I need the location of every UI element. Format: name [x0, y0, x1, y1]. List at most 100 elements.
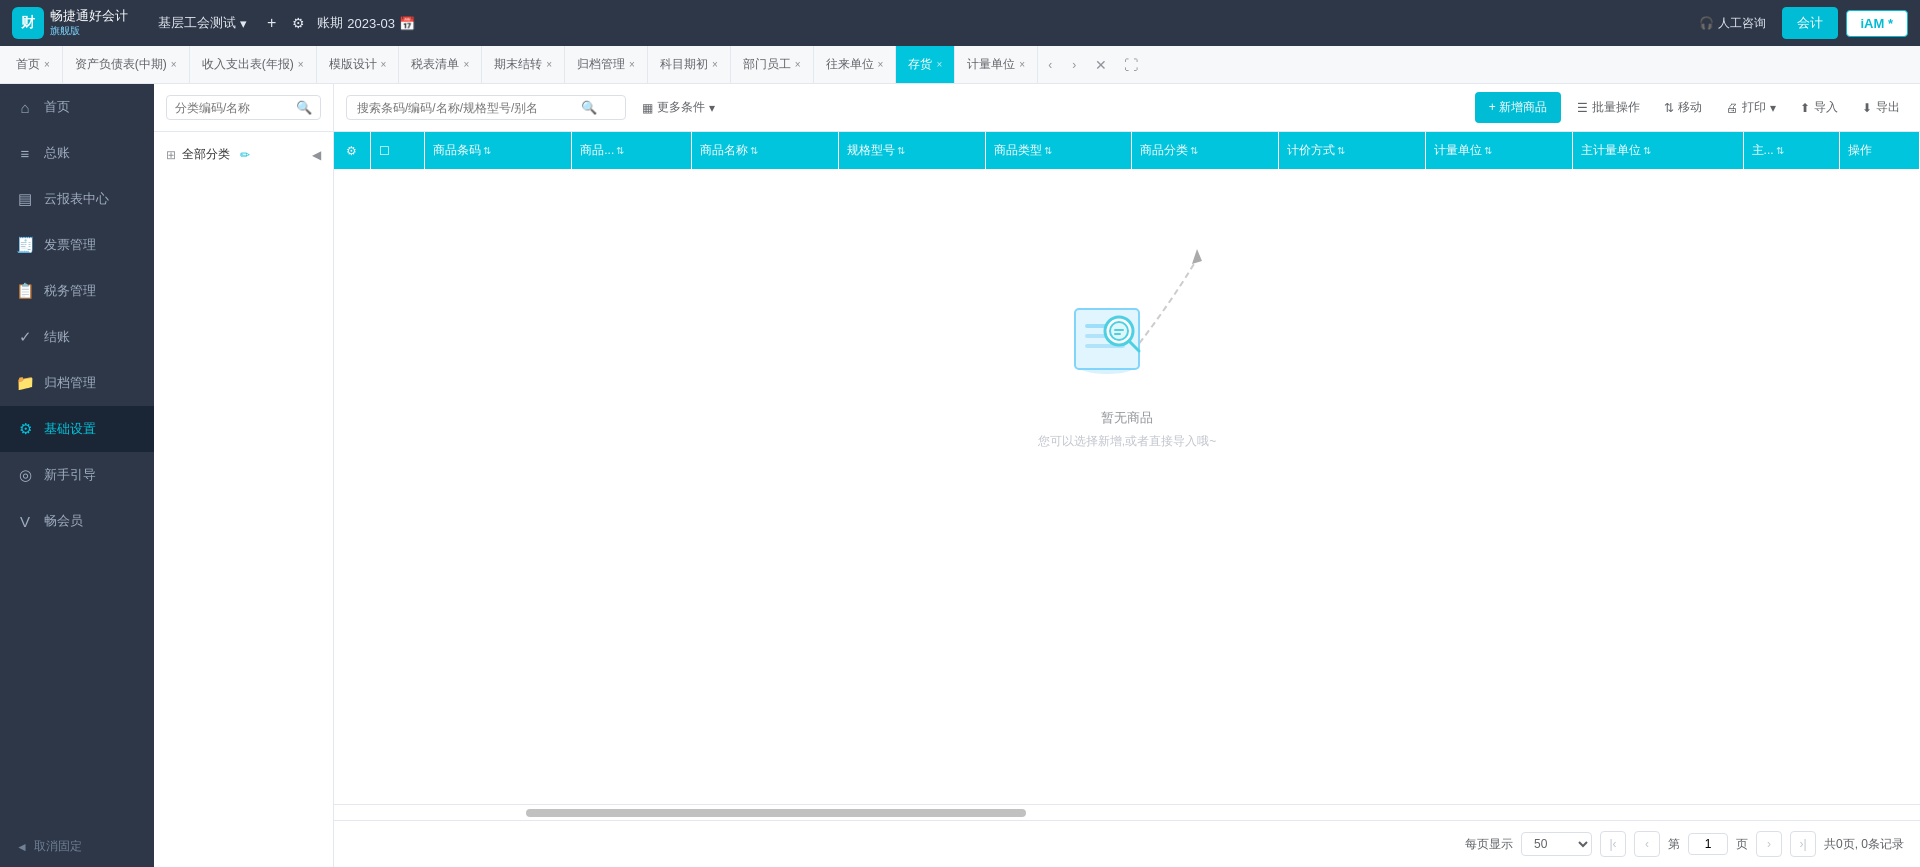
period-info: 账期 2023-03 📅 — [317, 14, 415, 32]
th-category[interactable]: 商品分类⇅ — [1132, 132, 1279, 169]
collapse-icon[interactable]: ◀ — [312, 148, 321, 162]
tab-item-1[interactable]: 资产负债表(中期) × — [63, 46, 190, 84]
svg-rect-10 — [1114, 329, 1124, 331]
th-price-method[interactable]: 计价方式⇅ — [1279, 132, 1426, 169]
tab-close-6[interactable]: × — [629, 59, 635, 70]
all-categories-item[interactable]: ⊞ 全部分类 ✏ ◀ — [154, 140, 333, 169]
import-button[interactable]: ⬆ 导入 — [1792, 94, 1846, 121]
th-checkbox[interactable]: ☐ — [370, 132, 425, 169]
more-filter-button[interactable]: ▦ 更多条件 ▾ — [634, 95, 723, 120]
tab-close-10[interactable]: × — [936, 59, 942, 70]
tab-item-6[interactable]: 归档管理× — [565, 46, 648, 84]
sidebar-item-invoice[interactable]: 🧾 发票管理 — [0, 222, 154, 268]
grid-icon: ⊞ — [166, 148, 176, 162]
sidebar-icon-invoice: 🧾 — [16, 236, 34, 254]
tab-close-0[interactable]: × — [44, 59, 50, 70]
print-chevron: ▾ — [1770, 101, 1776, 115]
sidebar-unpin-button[interactable]: ◄ 取消固定 — [0, 826, 154, 867]
tab-close-11[interactable]: × — [1019, 59, 1025, 70]
tab-item-4[interactable]: 税表清单× — [399, 46, 482, 84]
product-search-input[interactable] — [357, 101, 577, 115]
tab-item-7[interactable]: 科目期初× — [648, 46, 731, 84]
th-spec[interactable]: 规格型号⇅ — [838, 132, 985, 169]
move-button[interactable]: ⇅ 移动 — [1656, 94, 1710, 121]
tab-nav-left[interactable]: ‹ — [1038, 46, 1062, 84]
unpin-label: 取消固定 — [34, 838, 82, 855]
tab-close-all[interactable]: ✕ — [1086, 46, 1116, 84]
first-page-button[interactable]: |‹ — [1600, 831, 1626, 857]
table-wrapper[interactable]: ⚙ ☐ 商品条码⇅ 商品...⇅ 商品名称⇅ 规格型号⇅ 商品类型⇅ 商品分类⇅… — [334, 132, 1920, 804]
th-unit[interactable]: 计量单位⇅ — [1426, 132, 1573, 169]
th-barcode[interactable]: 商品条码⇅ — [425, 132, 572, 169]
tab-item-5[interactable]: 期末结转× — [482, 46, 565, 84]
horizontal-scrollbar[interactable] — [526, 809, 1026, 817]
th-action: 操作 — [1839, 132, 1919, 169]
export-button[interactable]: ⬇ 导出 — [1854, 94, 1908, 121]
category-search-icon[interactable]: 🔍 — [296, 100, 312, 115]
batch-operation-button[interactable]: ☰ 批量操作 — [1569, 94, 1648, 121]
sidebar-item-home[interactable]: ⌂首页 — [0, 84, 154, 130]
headset-icon: 🎧 — [1699, 16, 1714, 30]
tab-close-2[interactable]: × — [298, 59, 304, 70]
calendar-icon[interactable]: 📅 — [399, 16, 415, 31]
th-type[interactable]: 商品类型⇅ — [985, 132, 1132, 169]
empty-illustration — [1047, 229, 1207, 389]
th-code[interactable]: 商品...⇅ — [572, 132, 692, 169]
th-main-abbr[interactable]: 主...⇅ — [1743, 132, 1839, 169]
tab-item-8[interactable]: 部门员工× — [731, 46, 814, 84]
tab-close-8[interactable]: × — [795, 59, 801, 70]
next-page-button[interactable]: › — [1756, 831, 1782, 857]
sidebar-item-close[interactable]: ✓结账 — [0, 314, 154, 360]
tab-item-10[interactable]: 存货× — [896, 46, 955, 84]
page-label: 第 — [1668, 836, 1680, 853]
category-search-input[interactable] — [175, 101, 292, 115]
sidebar-item-archive[interactable]: 📁归档管理 — [0, 360, 154, 406]
tab-close-3[interactable]: × — [381, 59, 387, 70]
sidebar-label-tax: 税务管理 — [44, 282, 96, 300]
last-page-button[interactable]: ›| — [1790, 831, 1816, 857]
tab-expand[interactable]: ⛶ — [1116, 46, 1146, 84]
settings-button[interactable]: ⚙ — [288, 11, 309, 35]
tab-item-3[interactable]: 模版设计× — [317, 46, 400, 84]
content-area: 🔍 🔍 ▦ 更多条件 ▾ + 新增商品 ☰ 批量操作 — [154, 84, 1920, 867]
tab-item-9[interactable]: 往来单位× — [814, 46, 897, 84]
sidebar-icon-home: ⌂ — [16, 99, 34, 116]
tab-close-1[interactable]: × — [171, 59, 177, 70]
sidebar-item-member[interactable]: V畅会员 — [0, 498, 154, 544]
tab-close-4[interactable]: × — [463, 59, 469, 70]
prev-page-button[interactable]: ‹ — [1634, 831, 1660, 857]
account-button[interactable]: 会计 — [1782, 7, 1838, 39]
th-main-unit[interactable]: 主计量单位⇅ — [1573, 132, 1743, 169]
sidebar-item-guide[interactable]: ◎新手引导 — [0, 452, 154, 498]
product-search-container: 🔍 — [346, 95, 626, 120]
tab-item-2[interactable]: 收入支出表(年报)× — [190, 46, 317, 84]
tab-item-11[interactable]: 计量单位× — [955, 46, 1038, 84]
th-name[interactable]: 商品名称⇅ — [691, 132, 838, 169]
consult-button[interactable]: 🎧 人工咨询 — [1691, 11, 1774, 36]
tab-nav-right[interactable]: › — [1062, 46, 1086, 84]
sidebar-item-settings[interactable]: ⚙基础设置 — [0, 406, 154, 452]
iam-button[interactable]: iAM * — [1846, 10, 1909, 37]
sidebar-label-invoice: 发票管理 — [44, 236, 96, 254]
table-header-row: ⚙ ☐ 商品条码⇅ 商品...⇅ 商品名称⇅ 规格型号⇅ 商品类型⇅ 商品分类⇅… — [334, 132, 1920, 169]
add-tab-button[interactable]: + — [263, 10, 280, 36]
tab-item-0[interactable]: 首页× — [4, 46, 63, 84]
edit-icon[interactable]: ✏ — [240, 148, 250, 162]
print-button[interactable]: 🖨 打印 ▾ — [1718, 94, 1784, 121]
tab-close-7[interactable]: × — [712, 59, 718, 70]
tab-label-1: 资产负债表(中期) — [75, 56, 167, 73]
sidebar-item-reports[interactable]: ▤云报表中心 — [0, 176, 154, 222]
company-selector[interactable]: 基层工会测试 ▾ — [150, 10, 255, 36]
product-search-icon[interactable]: 🔍 — [581, 100, 597, 115]
per-page-select[interactable]: 50 100 200 — [1521, 832, 1592, 856]
sidebar-item-tax[interactable]: 📋税务管理 — [0, 268, 154, 314]
tab-close-5[interactable]: × — [546, 59, 552, 70]
new-product-button[interactable]: + 新增商品 — [1475, 92, 1561, 123]
page-input[interactable]: 1 — [1688, 833, 1728, 855]
sidebar-item-ledger[interactable]: ≡总账 — [0, 130, 154, 176]
logo-text-area: 畅捷通好会计 旗舰版 — [50, 8, 128, 38]
logo-subtitle: 旗舰版 — [50, 24, 128, 38]
tab-close-9[interactable]: × — [878, 59, 884, 70]
th-settings[interactable]: ⚙ — [334, 132, 370, 169]
filter-icon: ▦ — [642, 101, 653, 115]
